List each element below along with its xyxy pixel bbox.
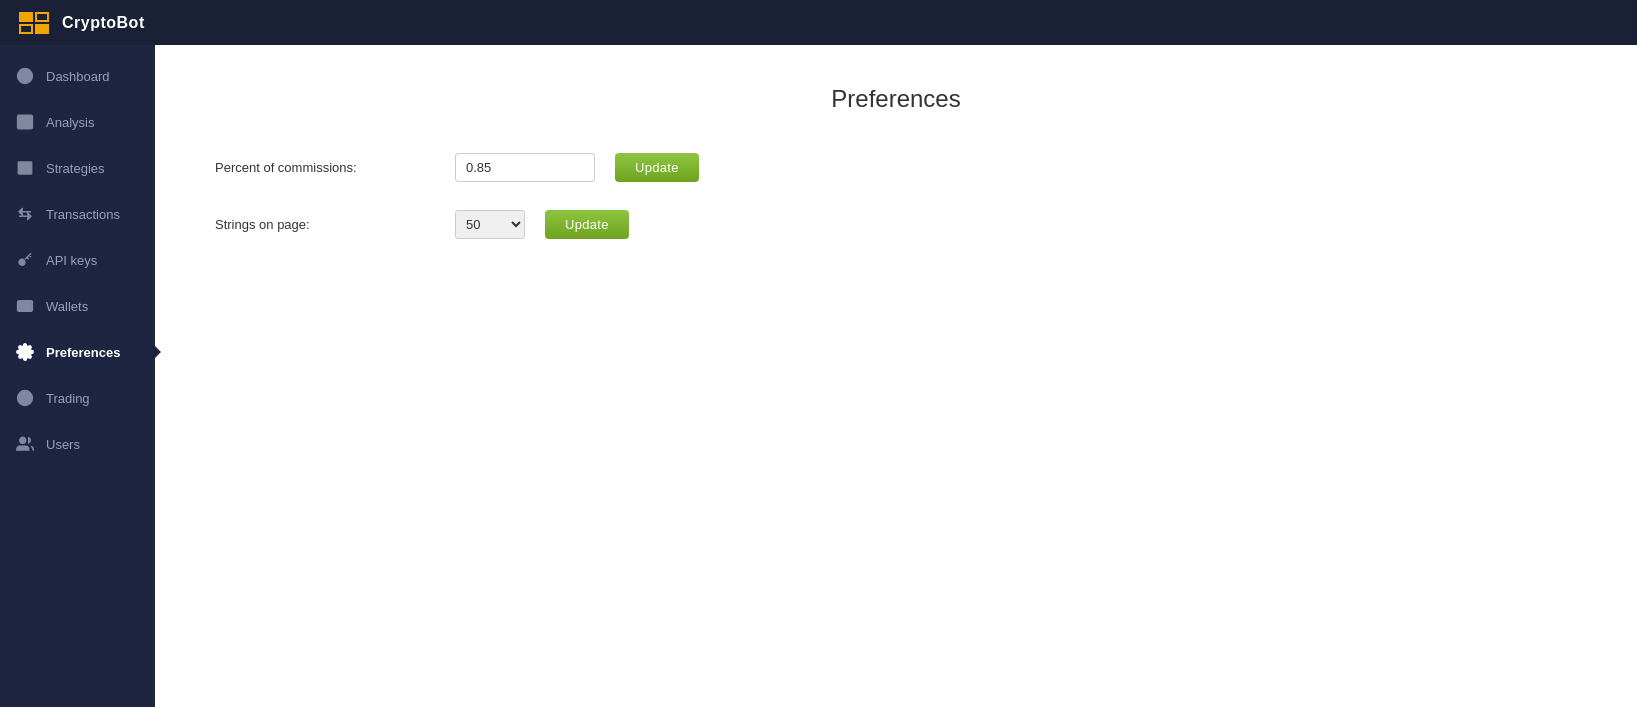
sidebar-label-users: Users [46, 437, 80, 452]
logo-sq-4 [35, 24, 49, 34]
sidebar-item-wallets[interactable]: Wallets [0, 283, 155, 329]
sidebar-item-transactions[interactable]: Transactions [0, 191, 155, 237]
logo-sq-2 [35, 12, 49, 22]
page-title: Preferences [215, 85, 1577, 113]
sidebar-label-preferences: Preferences [46, 345, 120, 360]
sidebar-label-transactions: Transactions [46, 207, 120, 222]
sidebar-item-trading[interactable]: Trading [0, 375, 155, 421]
logo-sq-1 [19, 12, 33, 22]
sidebar: Dashboard Analysis Strategies [0, 45, 155, 707]
sidebar-item-users[interactable]: Users [0, 421, 155, 467]
logo-sq-3 [19, 24, 33, 34]
sidebar-label-wallets: Wallets [46, 299, 88, 314]
sidebar-item-dashboard[interactable]: Dashboard [0, 53, 155, 99]
sidebar-label-dashboard: Dashboard [46, 69, 110, 84]
logo-icon [16, 9, 52, 37]
preferences-form: Percent of commissions: Update Strings o… [215, 153, 915, 239]
commission-update-button[interactable]: Update [615, 153, 699, 182]
preferences-icon [16, 343, 34, 361]
content-area: Preferences Percent of commissions: Upda… [155, 45, 1637, 707]
top-header: CryptoBot [0, 0, 1637, 45]
sidebar-item-api-keys[interactable]: API keys [0, 237, 155, 283]
sidebar-item-strategies[interactable]: Strategies [0, 145, 155, 191]
sidebar-label-analysis: Analysis [46, 115, 94, 130]
sidebar-label-api-keys: API keys [46, 253, 97, 268]
sidebar-label-trading: Trading [46, 391, 90, 406]
trading-icon [16, 389, 34, 407]
api-keys-icon [16, 251, 34, 269]
app-title: CryptoBot [62, 14, 145, 32]
analysis-icon [16, 113, 34, 131]
strings-select[interactable]: 10 25 50 100 200 [455, 210, 525, 239]
users-icon [16, 435, 34, 453]
dashboard-icon [16, 67, 34, 85]
commission-input[interactable] [455, 153, 595, 182]
strings-label: Strings on page: [215, 217, 435, 232]
svg-rect-1 [18, 115, 33, 129]
svg-point-6 [20, 437, 26, 443]
strings-row: Strings on page: 10 25 50 100 200 Update [215, 210, 915, 239]
svg-rect-4 [18, 301, 33, 312]
sidebar-item-preferences[interactable]: Preferences [0, 329, 155, 375]
main-layout: Dashboard Analysis Strategies [0, 45, 1637, 707]
wallets-icon [16, 297, 34, 315]
strategies-icon [16, 159, 34, 177]
commission-row: Percent of commissions: Update [215, 153, 915, 182]
transactions-icon [16, 205, 34, 223]
sidebar-label-strategies: Strategies [46, 161, 105, 176]
logo-container: CryptoBot [16, 9, 145, 37]
strings-update-button[interactable]: Update [545, 210, 629, 239]
svg-point-3 [19, 259, 25, 265]
sidebar-item-analysis[interactable]: Analysis [0, 99, 155, 145]
commission-label: Percent of commissions: [215, 160, 435, 175]
